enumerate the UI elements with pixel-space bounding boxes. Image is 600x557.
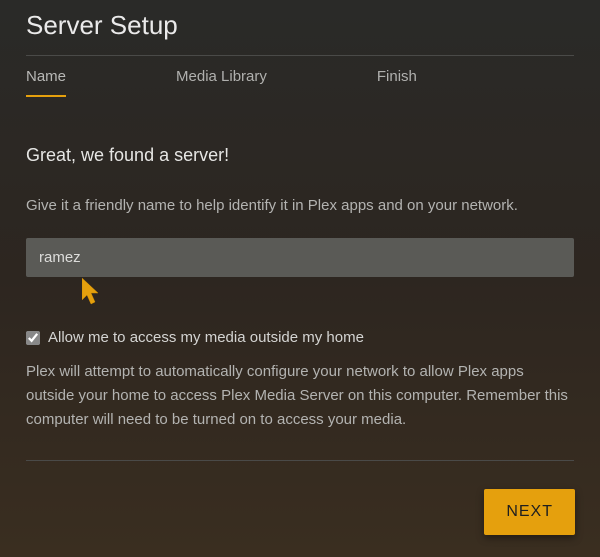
next-button[interactable]: NEXT bbox=[484, 489, 575, 535]
page-title: Server Setup bbox=[26, 10, 574, 41]
name-description: Give it a friendly name to help identify… bbox=[26, 194, 574, 218]
tab-media-library[interactable]: Media Library bbox=[176, 68, 267, 97]
access-outside-checkbox[interactable] bbox=[26, 331, 40, 345]
tab-finish[interactable]: Finish bbox=[377, 68, 417, 97]
server-name-input[interactable] bbox=[26, 238, 574, 277]
access-outside-explain: Plex will attempt to automatically confi… bbox=[26, 360, 574, 432]
wizard-tabs: Name Media Library Finish bbox=[26, 55, 574, 105]
tab-name[interactable]: Name bbox=[26, 68, 66, 97]
divider bbox=[26, 460, 574, 461]
found-server-heading: Great, we found a server! bbox=[26, 145, 574, 166]
access-outside-label: Allow me to access my media outside my h… bbox=[48, 329, 364, 346]
